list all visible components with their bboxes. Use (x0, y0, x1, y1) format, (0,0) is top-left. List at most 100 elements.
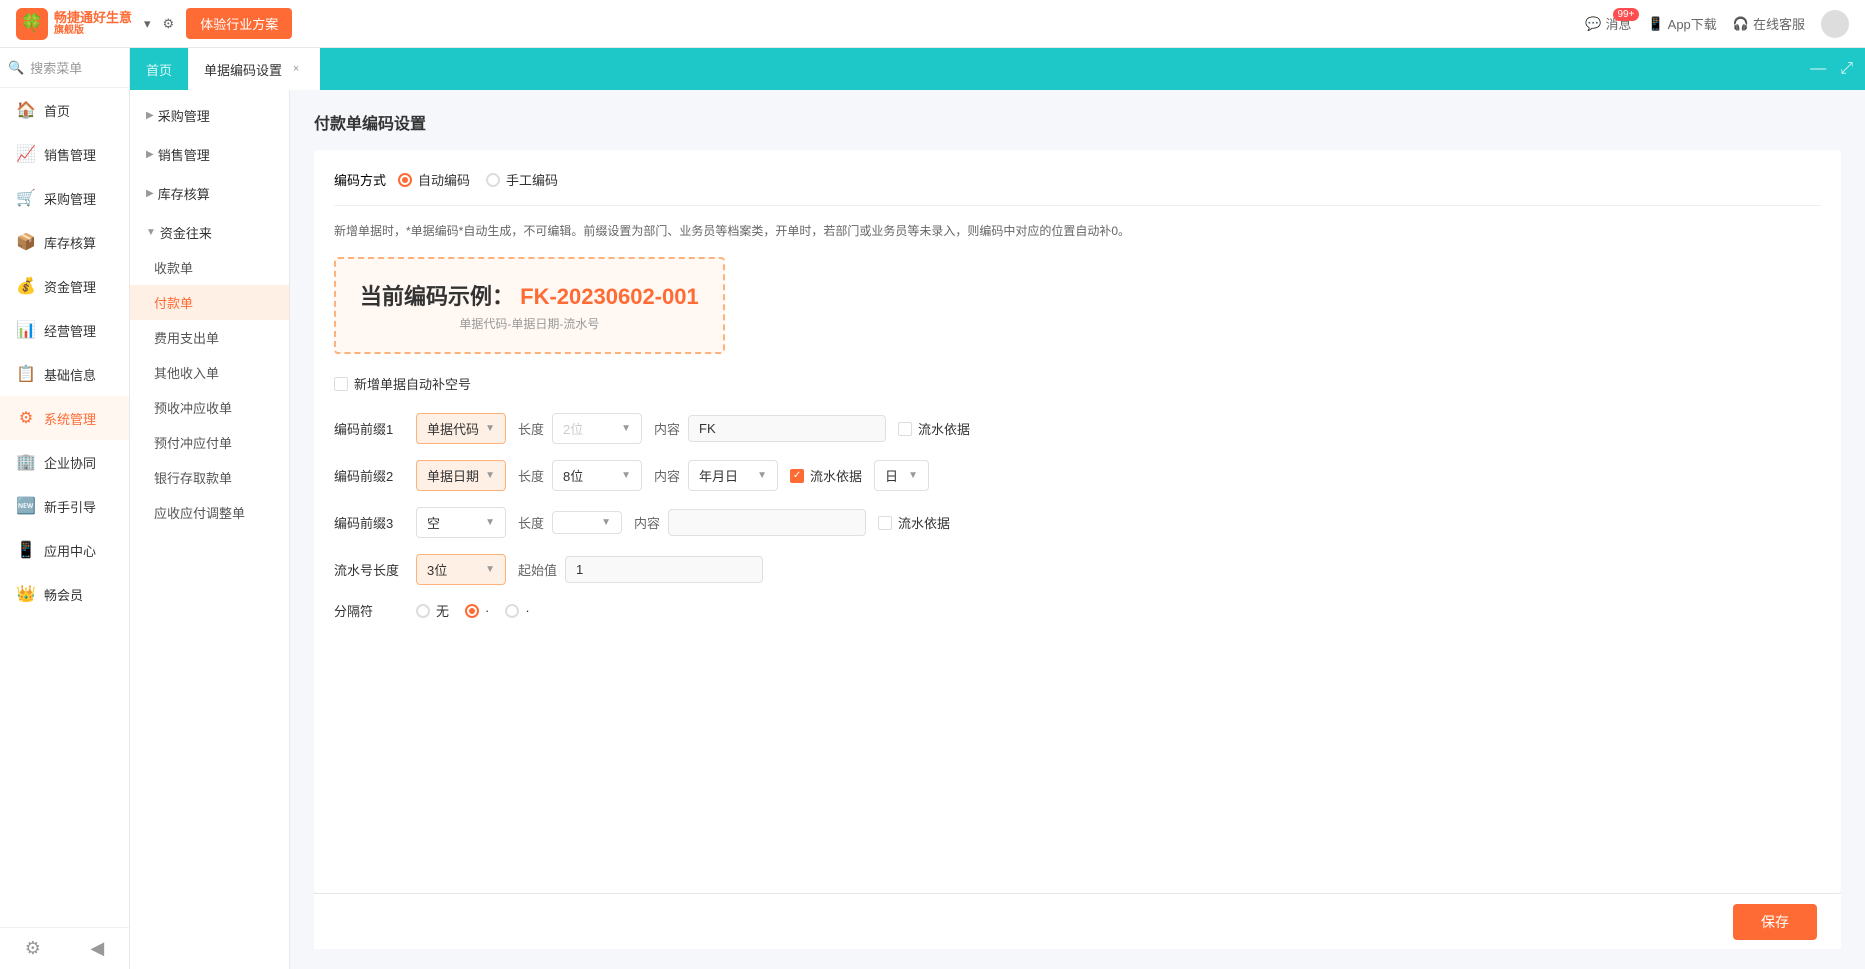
sidebar-search[interactable]: 🔍 搜索菜单 (0, 48, 129, 88)
tab-expand-icon[interactable]: ⤢ (1836, 56, 1857, 82)
app-download-btn[interactable]: 📱 App下载 (1647, 14, 1716, 33)
sidebar-item-label: 采购管理 (44, 189, 96, 208)
sub-sidebar-item-payment[interactable]: 付款单 (130, 285, 289, 320)
separator-row: 分隔符 无 · (334, 601, 1821, 620)
serial2-unit-value: 日 (885, 466, 898, 485)
content1-input[interactable] (688, 415, 886, 442)
download-icon: 📱 (1647, 16, 1663, 32)
length2-select[interactable]: 8位 ▼ (552, 460, 642, 491)
sub-sidebar-item-bank[interactable]: 银行存取款单 (130, 460, 289, 495)
sub-sidebar-inventory-title[interactable]: ▶ 库存核算 (130, 176, 289, 211)
sub-sidebar-purchase-title[interactable]: ▶ 采购管理 (130, 98, 289, 133)
auto-fill-checkbox[interactable] (334, 377, 348, 391)
page-title: 付款单编码设置 (314, 110, 1841, 134)
user-avatar[interactable] (1821, 10, 1849, 38)
content3-input[interactable] (668, 509, 866, 536)
sub-sidebar-item-advance-offset[interactable]: 预付冲应付单 (130, 425, 289, 460)
tab-close-btn[interactable]: × (288, 61, 304, 77)
separator-label: 分隔符 (334, 601, 404, 620)
sales-icon: 📈 (16, 144, 36, 164)
sidebar-item-label: 首页 (44, 101, 70, 120)
length1-placeholder: 2位 (563, 419, 583, 438)
sub-sidebar-item-ar-ap-adjust[interactable]: 应收应付调整单 (130, 495, 289, 530)
start-value-input[interactable] (565, 556, 763, 583)
sub-sidebar-item-other-income[interactable]: 其他收入单 (130, 355, 289, 390)
left-sidebar: 🔍 搜索菜单 🏠 首页 📈 销售管理 🛒 采购管理 📦 库存核算 💰 资金管理 … (0, 48, 130, 969)
sub-sidebar-item-prepay-offset[interactable]: 预收冲应收单 (130, 390, 289, 425)
length3-select[interactable]: ▼ (552, 511, 622, 534)
sub-sidebar-item-receipt[interactable]: 收款单 (130, 250, 289, 285)
sidebar-item-label: 库存核算 (44, 233, 96, 252)
sidebar-item-member[interactable]: 👑 畅会员 (0, 572, 129, 616)
start-value-group: 起始值 (518, 556, 763, 583)
serial1-label: 流水依据 (918, 419, 970, 438)
sidebar-item-guide[interactable]: 🆕 新手引导 (0, 484, 129, 528)
settings-btn[interactable]: ⚙ (163, 16, 175, 32)
sidebar-item-operations[interactable]: 📊 经营管理 (0, 308, 129, 352)
prefix3-select[interactable]: 空 ▼ (416, 507, 506, 538)
sidebar-item-label: 资金管理 (44, 277, 96, 296)
message-icon: 💬 (1585, 16, 1601, 32)
sidebar-settings-btn[interactable]: ⚙ (25, 938, 41, 959)
separator-dot-radio[interactable]: · (465, 603, 489, 618)
tab-home[interactable]: 首页 (130, 48, 188, 90)
sub-sidebar-sales-title[interactable]: ▶ 销售管理 (130, 137, 289, 172)
coding-method-label: 编码方式 (334, 170, 386, 189)
length2-label: 长度 (518, 466, 544, 485)
serial3-check[interactable]: 流水依据 (878, 513, 950, 532)
serial-length-select[interactable]: 3位 ▼ (416, 554, 506, 585)
sidebar-item-home[interactable]: 🏠 首页 (0, 88, 129, 132)
sub-sidebar-item-expense[interactable]: 费用支出单 (130, 320, 289, 355)
manual-code-label: 手工编码 (506, 170, 558, 189)
serial3-checkbox[interactable] (878, 516, 892, 530)
prefix3-value: 空 (427, 513, 440, 532)
save-button[interactable]: 保存 (1733, 904, 1817, 940)
auto-fill-label: 新增单据自动补空号 (354, 374, 471, 393)
online-service-btn[interactable]: 🎧 在线客服 (1733, 14, 1805, 33)
prefix1-select[interactable]: 单据代码 ▼ (416, 413, 506, 444)
enterprise-icon: 🏢 (16, 452, 36, 472)
tab-bar-right: — ⤢ (1806, 56, 1865, 82)
tab-active[interactable]: 单据编码设置 × (188, 48, 320, 90)
serial-length-row: 流水号长度 3位 ▼ 起始值 (334, 554, 1821, 585)
separator-dot2-radio[interactable]: · (505, 603, 529, 618)
chevron-down-icon: ▼ (621, 423, 631, 434)
info-text: 新增单据时，*单据编码*自动生成，不可编辑。前缀设置为部门、业务员等档案类，开单… (334, 222, 1821, 241)
sidebar-item-inventory[interactable]: 📦 库存核算 (0, 220, 129, 264)
separator-dot-btn[interactable] (465, 604, 479, 618)
message-btn[interactable]: 💬 消息 99+ (1585, 14, 1631, 33)
sidebar-collapse-btn[interactable]: ◀ (90, 938, 104, 959)
serial1-checkbox[interactable] (898, 422, 912, 436)
nav-dropdown-btn[interactable]: ▾ (144, 16, 151, 32)
separator-dot2-btn[interactable] (505, 604, 519, 618)
length1-select[interactable]: 2位 ▼ (552, 413, 642, 444)
auto-code-radio[interactable]: 自动编码 (398, 170, 470, 189)
manual-code-radio-btn[interactable] (486, 173, 500, 187)
manual-code-radio[interactable]: 手工编码 (486, 170, 558, 189)
coding-method-row: 编码方式 自动编码 手工编码 (334, 170, 1821, 206)
sidebar-item-purchase[interactable]: 🛒 采购管理 (0, 176, 129, 220)
prefix2-select[interactable]: 单据日期 ▼ (416, 460, 506, 491)
sidebar-item-basic[interactable]: 📋 基础信息 (0, 352, 129, 396)
sub-sidebar-group-capital: ▼ 资金往来 收款单 付款单 费用支出单 其他收入单 预收冲应收单 预付冲应付单… (130, 215, 289, 530)
tab-minimize-icon[interactable]: — (1806, 56, 1830, 82)
auto-code-radio-btn[interactable] (398, 173, 412, 187)
sub-sidebar-purchase-label: 采购管理 (158, 106, 210, 125)
content2-select[interactable]: 年月日 ▼ (688, 460, 778, 491)
serial2-check[interactable]: ✓ 流水依据 (790, 466, 862, 485)
logo-icon: 🍀 (16, 8, 48, 40)
length2-group: 长度 8位 ▼ (518, 460, 642, 491)
industry-btn[interactable]: 体验行业方案 (186, 8, 292, 39)
sidebar-item-sales[interactable]: 📈 销售管理 (0, 132, 129, 176)
serial1-check[interactable]: 流水依据 (898, 419, 970, 438)
sidebar-item-system[interactable]: ⚙ 系统管理 (0, 396, 129, 440)
sidebar-item-finance[interactable]: 💰 资金管理 (0, 264, 129, 308)
separator-none-radio[interactable]: 无 (416, 601, 449, 620)
sidebar-item-apps[interactable]: 📱 应用中心 (0, 528, 129, 572)
serial2-checkbox[interactable]: ✓ (790, 469, 804, 483)
separator-none-btn[interactable] (416, 604, 430, 618)
sub-sidebar-capital-title[interactable]: ▼ 资金往来 (130, 215, 289, 250)
separator-dot-label: · (485, 603, 489, 618)
sidebar-item-enterprise[interactable]: 🏢 企业协同 (0, 440, 129, 484)
serial2-unit-select[interactable]: 日 ▼ (874, 460, 929, 491)
